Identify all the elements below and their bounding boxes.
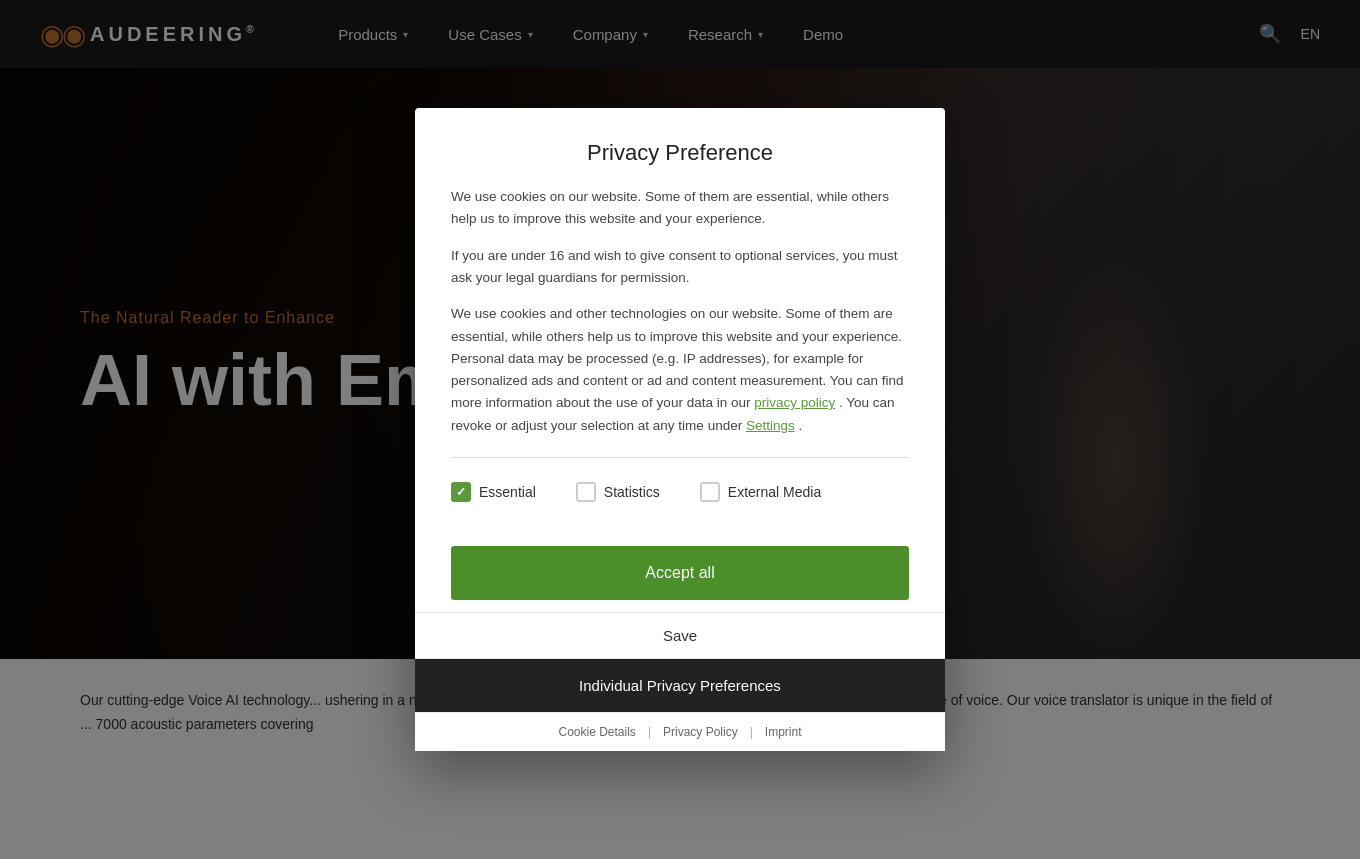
- modal-footer: Accept all Save Individual Privacy Prefe…: [415, 530, 945, 751]
- modal-body: Privacy Preference We use cookies on our…: [415, 108, 945, 530]
- modal-para3: We use cookies and other technologies on…: [451, 303, 909, 437]
- privacy-modal: Privacy Preference We use cookies on our…: [415, 108, 945, 751]
- statistics-checkbox[interactable]: [576, 482, 596, 502]
- privacy-policy-footer-link[interactable]: Privacy Policy: [663, 725, 738, 739]
- essential-checkbox[interactable]: [451, 482, 471, 502]
- modal-para2: If you are under 16 and wish to give con…: [451, 245, 909, 290]
- external-media-label: External Media: [728, 484, 821, 500]
- modal-para1: We use cookies on our website. Some of t…: [451, 186, 909, 231]
- imprint-link[interactable]: Imprint: [765, 725, 802, 739]
- modal-overlay: Privacy Preference We use cookies on our…: [0, 0, 1360, 859]
- external-media-checkbox-item[interactable]: External Media: [700, 482, 821, 502]
- checkboxes-row: Essential Statistics External Media: [451, 478, 909, 506]
- modal-footer-links: Cookie Details | Privacy Policy | Imprin…: [415, 712, 945, 751]
- modal-title: Privacy Preference: [451, 140, 909, 166]
- individual-preferences-button[interactable]: Individual Privacy Preferences: [415, 659, 945, 712]
- statistics-label: Statistics: [604, 484, 660, 500]
- statistics-checkbox-item[interactable]: Statistics: [576, 482, 660, 502]
- external-media-checkbox[interactable]: [700, 482, 720, 502]
- essential-label: Essential: [479, 484, 536, 500]
- accept-all-button[interactable]: Accept all: [451, 546, 909, 600]
- save-button[interactable]: Save: [415, 612, 945, 659]
- settings-link[interactable]: Settings: [746, 418, 795, 433]
- privacy-policy-link[interactable]: privacy policy: [754, 395, 835, 410]
- essential-checkbox-item[interactable]: Essential: [451, 482, 536, 502]
- modal-divider: [451, 457, 909, 458]
- cookie-details-link[interactable]: Cookie Details: [559, 725, 636, 739]
